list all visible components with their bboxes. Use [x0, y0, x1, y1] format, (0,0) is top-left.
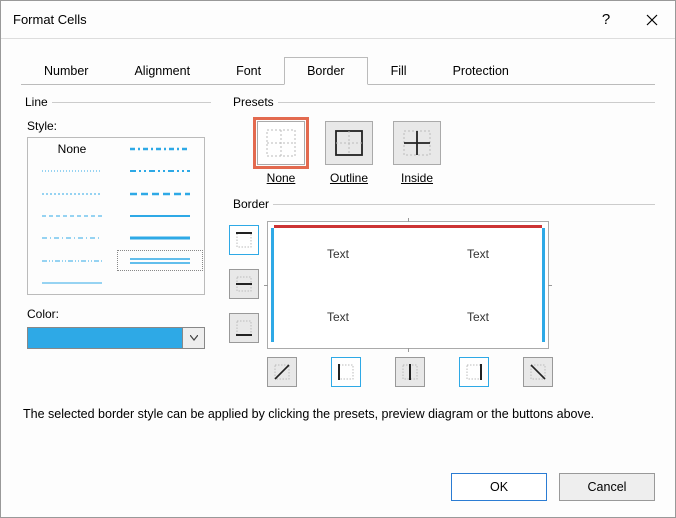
footer: OK Cancel [451, 473, 655, 501]
right-pane: Presets None Outline [229, 95, 655, 387]
close-button[interactable] [629, 1, 675, 39]
color-label: Color: [27, 307, 211, 321]
style-dash[interactable] [28, 205, 116, 227]
dialog-title: Format Cells [13, 12, 583, 27]
style-empty[interactable] [116, 272, 204, 294]
border-bottom-button[interactable] [229, 313, 259, 343]
preset-outline: Outline [325, 121, 373, 185]
line-legend: Line [21, 95, 52, 109]
style-grid[interactable]: None [27, 137, 205, 295]
border-area: Text Text Text Text [229, 221, 655, 349]
preview-top-border [274, 225, 542, 228]
presets-row: None Outline Inside [257, 121, 655, 185]
style-none[interactable]: None [28, 138, 116, 160]
preset-none-icon [266, 129, 296, 157]
style-dot[interactable] [28, 183, 116, 205]
tabs: Number Alignment Font Border Fill Protec… [21, 57, 675, 85]
preset-inside-label: Inside [401, 171, 433, 185]
bottom-buttons [267, 357, 655, 387]
preset-inside-icon [402, 129, 432, 157]
preview-cell: Text [408, 222, 548, 285]
tab-protection[interactable]: Protection [430, 57, 532, 85]
color-picker[interactable] [27, 327, 205, 349]
border-hmid-button[interactable] [229, 269, 259, 299]
preset-inside-button[interactable] [393, 121, 441, 165]
border-left-button[interactable] [331, 357, 361, 387]
preview-right-border [542, 228, 545, 342]
tab-font[interactable]: Font [213, 57, 284, 85]
help-text: The selected border style can be applied… [23, 407, 653, 421]
border-top-button[interactable] [229, 225, 259, 255]
preview-cell: Text [268, 222, 408, 285]
style-thin[interactable] [28, 272, 116, 294]
tab-fill[interactable]: Fill [368, 57, 430, 85]
style-label: Style: [27, 119, 211, 133]
tab-border[interactable]: Border [284, 57, 368, 85]
tab-alignment[interactable]: Alignment [111, 57, 213, 85]
chevron-down-icon [190, 335, 198, 341]
help-button[interactable]: ? [583, 1, 629, 39]
border-legend: Border [229, 197, 273, 211]
border-preview[interactable]: Text Text Text Text [267, 221, 549, 349]
style-dashdotdot-thin[interactable] [28, 249, 116, 271]
preset-outline-label: Outline [330, 171, 368, 185]
side-buttons [229, 225, 259, 349]
style-dash-thick[interactable] [116, 183, 204, 205]
border-diag-up-button[interactable] [267, 357, 297, 387]
tab-number[interactable]: Number [21, 57, 111, 85]
preset-outline-button[interactable] [325, 121, 373, 165]
style-dashdot-thick[interactable] [116, 138, 204, 160]
style-dot-fine[interactable] [28, 160, 116, 182]
preset-none-button[interactable] [257, 121, 305, 165]
preview-left-border [271, 228, 274, 342]
presets-legend: Presets [229, 95, 278, 109]
format-cells-dialog: Format Cells ? Number Alignment Font Bor… [0, 0, 676, 518]
preset-none: None [257, 121, 305, 185]
style-medium[interactable] [116, 205, 204, 227]
border-right-button[interactable] [459, 357, 489, 387]
cancel-button[interactable]: Cancel [559, 473, 655, 501]
style-double[interactable] [116, 249, 204, 271]
style-thick[interactable] [116, 227, 204, 249]
preview-cell: Text [268, 285, 408, 348]
ok-button[interactable]: OK [451, 473, 547, 501]
style-dashdot[interactable] [28, 227, 116, 249]
titlebar: Format Cells ? [1, 1, 675, 39]
preset-outline-icon [334, 129, 364, 157]
style-dashdotdot[interactable] [116, 160, 204, 182]
color-dropdown-button[interactable] [183, 327, 205, 349]
border-diag-down-button[interactable] [523, 357, 553, 387]
preset-none-label: None [267, 171, 296, 185]
preset-inside: Inside [393, 121, 441, 185]
content-area: Line Style: None [1, 85, 675, 387]
color-swatch [27, 327, 183, 349]
line-group: Line Style: None [21, 95, 211, 387]
border-vmid-button[interactable] [395, 357, 425, 387]
close-icon [646, 14, 658, 26]
preview-cell: Text [408, 285, 548, 348]
